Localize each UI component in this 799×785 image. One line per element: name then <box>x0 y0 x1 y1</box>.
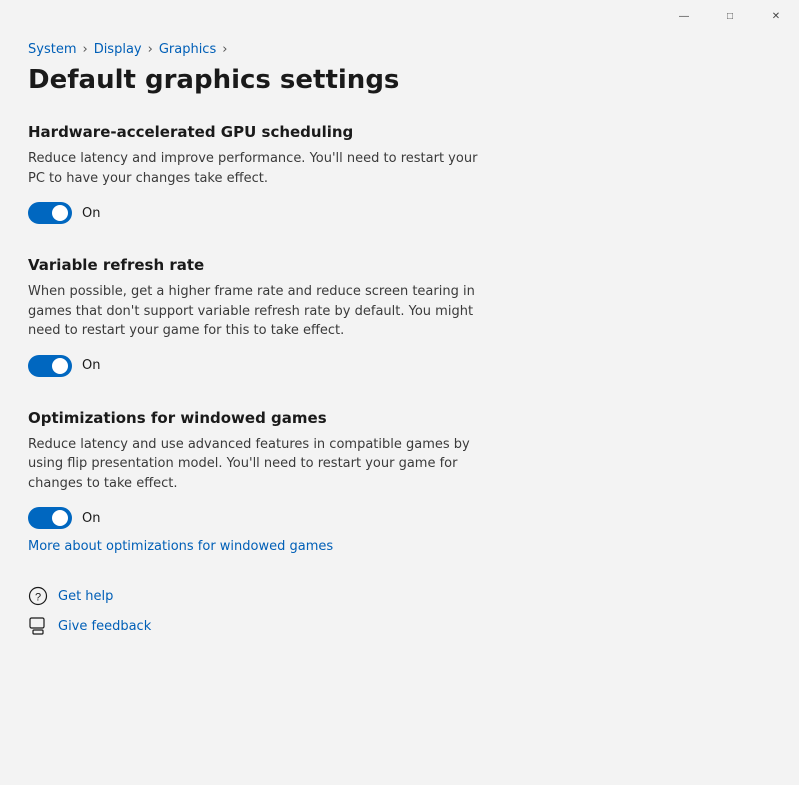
maximize-icon: □ <box>727 11 733 22</box>
variable-refresh-section: Variable refresh rate When possible, get… <box>28 256 771 377</box>
windowed-optimizations-toggle-label: On <box>82 511 100 526</box>
breadcrumb: System › Display › Graphics › <box>28 42 771 57</box>
variable-refresh-slider <box>28 355 72 377</box>
breadcrumb-system[interactable]: System <box>28 42 76 57</box>
get-help-item[interactable]: ? Get help <box>28 586 771 606</box>
title-bar: — □ ✕ <box>0 0 799 32</box>
maximize-button[interactable]: □ <box>707 0 753 32</box>
svg-text:?: ? <box>35 592 41 604</box>
main-content: System › Display › Graphics › Default gr… <box>0 32 799 664</box>
give-feedback-link[interactable]: Give feedback <box>58 619 151 634</box>
give-feedback-item[interactable]: Give feedback <box>28 616 771 636</box>
page-title: Default graphics settings <box>28 65 771 95</box>
gpu-scheduling-section: Hardware-accelerated GPU scheduling Redu… <box>28 123 771 224</box>
minimize-button[interactable]: — <box>661 0 707 32</box>
gpu-scheduling-description: Reduce latency and improve performance. … <box>28 149 488 188</box>
breadcrumb-sep-2: › <box>148 42 153 57</box>
breadcrumb-sep-1: › <box>82 42 87 57</box>
give-feedback-icon <box>28 616 48 636</box>
windowed-optimizations-description: Reduce latency and use advanced features… <box>28 435 488 494</box>
variable-refresh-toggle[interactable] <box>28 355 72 377</box>
gpu-scheduling-slider <box>28 202 72 224</box>
variable-refresh-toggle-label: On <box>82 358 100 373</box>
variable-refresh-toggle-row: On <box>28 355 771 377</box>
gpu-scheduling-toggle-label: On <box>82 206 100 221</box>
footer: ? Get help Give feedback <box>28 586 771 636</box>
variable-refresh-title: Variable refresh rate <box>28 256 771 274</box>
windowed-optimizations-toggle-row: On <box>28 507 771 529</box>
breadcrumb-graphics[interactable]: Graphics <box>159 42 216 57</box>
breadcrumb-sep-3: › <box>222 42 227 57</box>
windowed-optimizations-toggle[interactable] <box>28 507 72 529</box>
windowed-optimizations-title: Optimizations for windowed games <box>28 409 771 427</box>
close-button[interactable]: ✕ <box>753 0 799 32</box>
windowed-optimizations-link[interactable]: More about optimizations for windowed ga… <box>28 539 333 554</box>
gpu-scheduling-toggle[interactable] <box>28 202 72 224</box>
variable-refresh-description: When possible, get a higher frame rate a… <box>28 282 488 341</box>
breadcrumb-display[interactable]: Display <box>94 42 142 57</box>
gpu-scheduling-toggle-row: On <box>28 202 771 224</box>
windowed-optimizations-slider <box>28 507 72 529</box>
get-help-icon: ? <box>28 586 48 606</box>
breadcrumb-section: System › Display › Graphics › Default gr… <box>28 42 771 95</box>
close-icon: ✕ <box>772 11 780 22</box>
gpu-scheduling-title: Hardware-accelerated GPU scheduling <box>28 123 771 141</box>
minimize-icon: — <box>679 11 689 22</box>
get-help-link[interactable]: Get help <box>58 589 113 604</box>
windowed-optimizations-section: Optimizations for windowed games Reduce … <box>28 409 771 555</box>
